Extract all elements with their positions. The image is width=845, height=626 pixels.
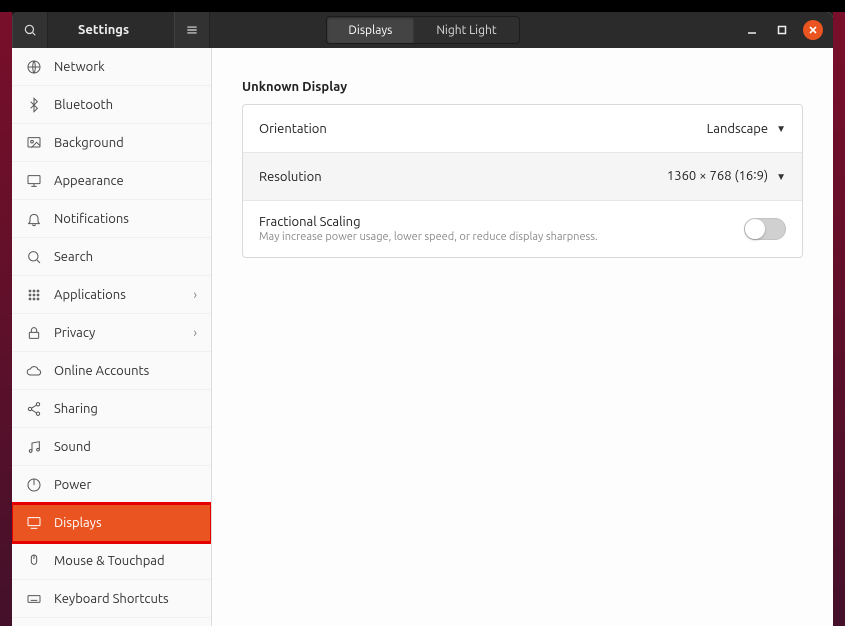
sidebar-item-label: Keyboard Shortcuts (54, 592, 169, 606)
sidebar: Network Bluetooth Background Appearance Noti… (12, 48, 212, 626)
sidebar-item-notifications[interactable]: Notifications (12, 200, 211, 238)
titlebar: Settings Displays Night Light (12, 12, 833, 48)
chevron-down-icon: ▼ (776, 171, 786, 183)
chevron-right-icon: › (193, 288, 197, 302)
main-content: Unknown Display Orientation Landscape ▼ … (212, 48, 833, 626)
display-icon (26, 515, 42, 531)
row-resolution-value: 1360 × 768 (16∶9) (667, 169, 768, 184)
sidebar-item-sound[interactable]: Sound (12, 428, 211, 466)
grid-icon (26, 287, 42, 303)
sidebar-item-label: Appearance (54, 174, 124, 188)
chevron-down-icon: ▼ (776, 123, 786, 135)
sidebar-item-applications[interactable]: Applications › (12, 276, 211, 314)
row-fractional-label: Fractional Scaling (259, 215, 598, 229)
settings-window: Settings Displays Night Light Network Blu… (12, 12, 833, 626)
sidebar-item-label: Applications (54, 288, 126, 302)
sidebar-item-bluetooth[interactable]: Bluetooth (12, 86, 211, 124)
sidebar-item-displays[interactable]: Displays (12, 504, 211, 542)
sidebar-item-label: Bluetooth (54, 98, 113, 112)
lock-icon (26, 325, 42, 341)
sidebar-item-privacy[interactable]: Privacy › (12, 314, 211, 352)
sidebar-item-mouse-touchpad[interactable]: Mouse & Touchpad (12, 542, 211, 580)
row-resolution-label: Resolution (259, 170, 322, 184)
sidebar-item-network[interactable]: Network (12, 48, 211, 86)
sidebar-item-label: Background (54, 136, 124, 150)
row-fractional-sub: May increase power usage, lower speed, o… (259, 231, 598, 243)
share-icon (26, 401, 42, 417)
sidebar-item-keyboard-shortcuts[interactable]: Keyboard Shortcuts (12, 580, 211, 618)
tab-night-light[interactable]: Night Light (414, 17, 518, 43)
fractional-scaling-switch[interactable] (744, 218, 786, 240)
row-fractional-scaling: Fractional Scaling May increase power us… (243, 201, 802, 257)
sidebar-item-search[interactable]: Search (12, 238, 211, 276)
globe-icon (26, 59, 42, 75)
desktop-background-left (0, 0, 12, 626)
sidebar-item-background[interactable]: Background (12, 124, 211, 162)
picture-icon (26, 135, 42, 151)
minimize-button[interactable] (743, 21, 761, 39)
sidebar-item-appearance[interactable]: Appearance (12, 162, 211, 200)
window-title: Settings (48, 23, 174, 37)
titlebar-tabs: Displays Night Light (325, 16, 519, 44)
row-orientation-label: Orientation (259, 122, 327, 136)
desktop-background-right (833, 0, 845, 626)
sidebar-item-label: Online Accounts (54, 364, 149, 378)
sidebar-item-power[interactable]: Power (12, 466, 211, 504)
sidebar-item-label: Network (54, 60, 105, 74)
cloud-icon (26, 363, 42, 379)
sidebar-item-label: Search (54, 250, 93, 264)
power-icon (26, 477, 42, 493)
hamburger-menu-button[interactable] (174, 12, 210, 48)
display-settings-panel: Orientation Landscape ▼ Resolution 1360 … (242, 104, 803, 258)
row-orientation-value: Landscape (707, 122, 768, 136)
sidebar-item-label: Sharing (54, 402, 98, 416)
sidebar-item-label: Notifications (54, 212, 129, 226)
music-icon (26, 439, 42, 455)
bluetooth-icon (26, 97, 42, 113)
tab-displays[interactable]: Displays (326, 17, 414, 43)
chevron-right-icon: › (193, 326, 197, 340)
search-button[interactable] (12, 12, 48, 48)
sidebar-item-online-accounts[interactable]: Online Accounts (12, 352, 211, 390)
maximize-button[interactable] (773, 21, 791, 39)
bell-icon (26, 211, 42, 227)
display-heading: Unknown Display (242, 80, 803, 94)
close-button[interactable] (803, 20, 823, 40)
sidebar-item-label: Sound (54, 440, 91, 454)
mouse-icon (26, 553, 42, 569)
sidebar-item-sharing[interactable]: Sharing (12, 390, 211, 428)
search-icon (26, 249, 42, 265)
row-orientation[interactable]: Orientation Landscape ▼ (243, 105, 802, 153)
sidebar-item-label: Power (54, 478, 91, 492)
keyboard-icon (26, 591, 42, 607)
top-panel (0, 0, 845, 12)
sidebar-item-label: Mouse & Touchpad (54, 554, 165, 568)
sidebar-item-label: Privacy (54, 326, 95, 340)
row-resolution[interactable]: Resolution 1360 × 768 (16∶9) ▼ (243, 153, 802, 201)
sidebar-item-label: Displays (54, 516, 102, 530)
switch-knob (745, 219, 765, 239)
desktop-icon (26, 173, 42, 189)
